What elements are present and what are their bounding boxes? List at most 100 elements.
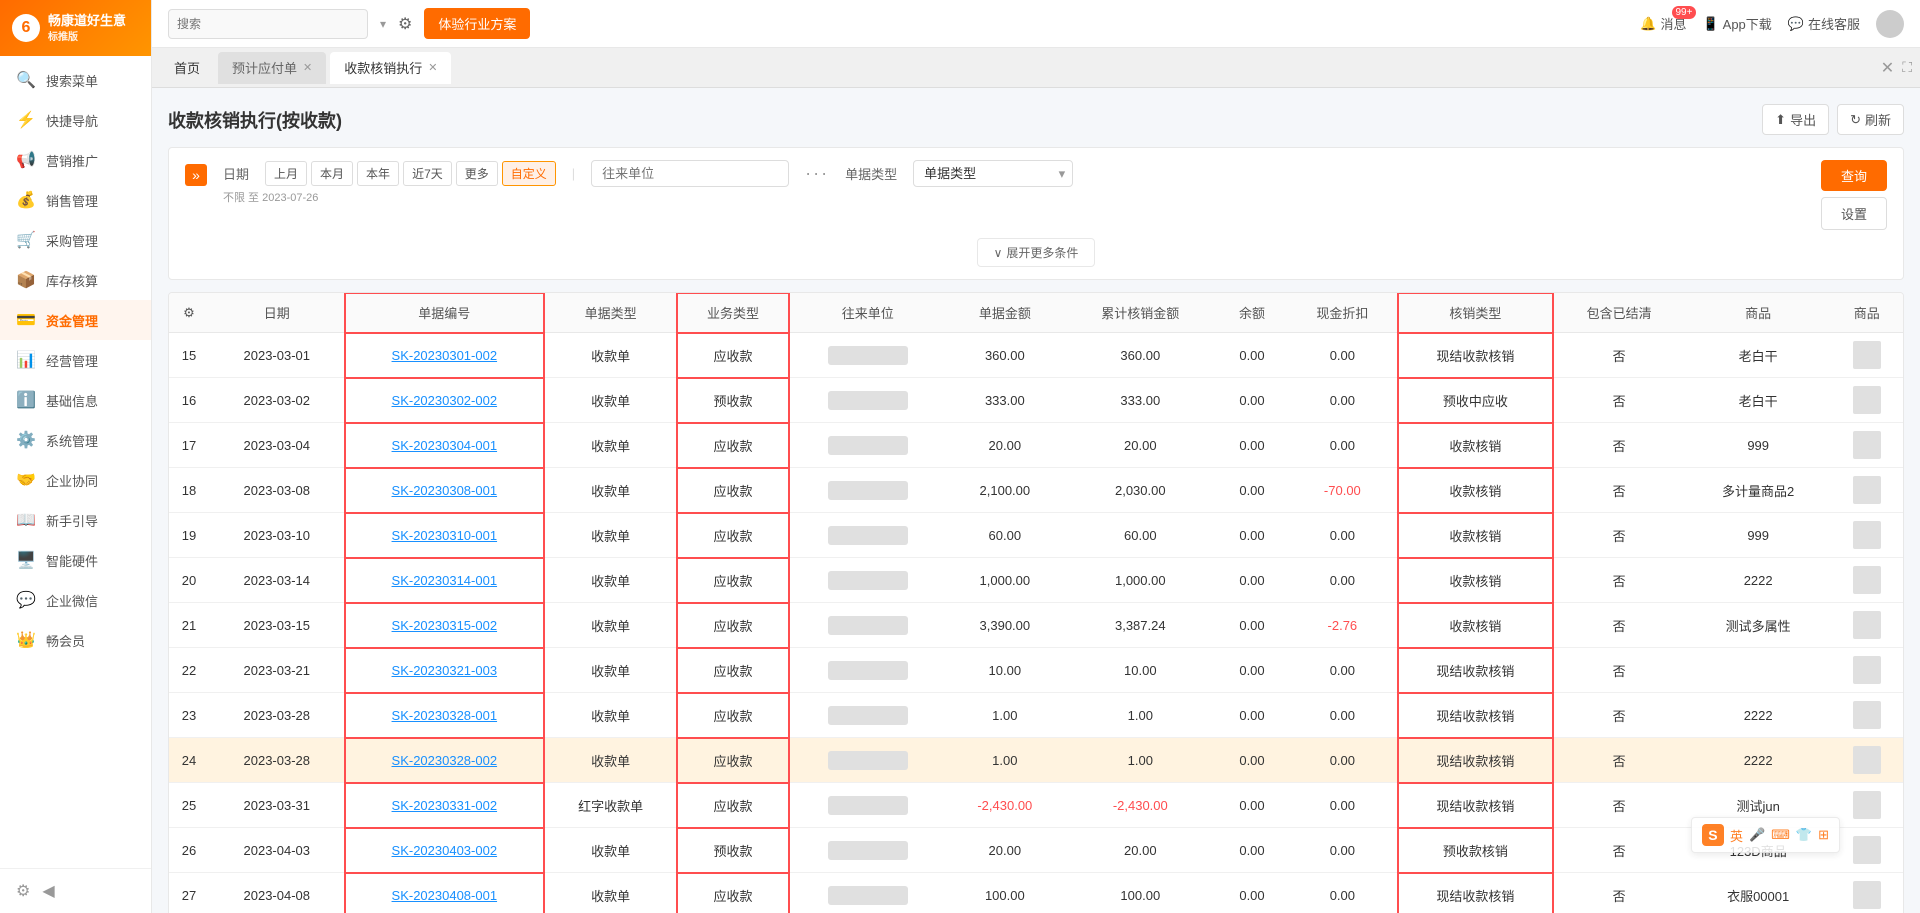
tab-home[interactable]: 首页	[160, 52, 214, 84]
th-product2: 商品	[1831, 293, 1903, 333]
sidebar-label-hardware: 智能硬件	[46, 551, 98, 570]
solution-button[interactable]: 体验行业方案	[424, 8, 530, 39]
quick-icon: ⚡	[16, 110, 36, 130]
tabbar-close-all[interactable]: ✕	[1881, 58, 1894, 78]
sidebar-item-marketing[interactable]: 📢营销推广	[0, 140, 151, 180]
table-body: 15 2023-03-01 SK-20230301-002 收款单 应收款 36…	[169, 333, 1903, 913]
sidebar-item-member[interactable]: 👑畅会员	[0, 620, 151, 660]
doc-no-link[interactable]: SK-20230315-002	[392, 618, 498, 633]
tab-collection-close[interactable]: ✕	[428, 61, 437, 74]
date-last-month[interactable]: 上月	[265, 161, 307, 186]
support-button[interactable]: 💬 在线客服	[1788, 14, 1860, 33]
query-button[interactable]: 查询	[1821, 160, 1887, 191]
tab-collection[interactable]: 收款核销执行 ✕	[330, 52, 451, 84]
sidebar-label-system: 系统管理	[46, 431, 98, 450]
date-last-7days[interactable]: 近7天	[403, 161, 452, 186]
doc-no-link[interactable]: SK-20230301-002	[392, 348, 498, 363]
sidebar-item-guide[interactable]: 📖新手引导	[0, 500, 151, 540]
table-header: ⚙ 日期 单据编号 单据类型 业务类型 往来单位 单据金额 累计核销金额 余额 …	[169, 293, 1903, 333]
date-this-year[interactable]: 本年	[357, 161, 399, 186]
th-amount: 单据金额	[947, 293, 1064, 333]
sidebar-item-quick[interactable]: ⚡快捷导航	[0, 100, 151, 140]
system-icon: ⚙️	[16, 430, 36, 450]
sidebar-bottom: ⚙ ◀	[0, 868, 151, 913]
table-row: 20 2023-03-14 SK-20230314-001 收款单 应收款 1,…	[169, 558, 1903, 603]
sidebar-item-basic[interactable]: ℹ️ 基础信息	[0, 380, 151, 420]
messages-button[interactable]: 🔔 消息 99+	[1640, 14, 1686, 33]
table-settings-icon[interactable]: ⚙	[183, 305, 195, 320]
doc-no-link[interactable]: SK-20230302-002	[392, 393, 498, 408]
table-row: 17 2023-03-04 SK-20230304-001 收款单 应收款 20…	[169, 423, 1903, 468]
th-verify-type: 核销类型	[1398, 293, 1552, 333]
settings-icon[interactable]: ⚙	[16, 881, 30, 901]
doc-no-link[interactable]: SK-20230328-001	[392, 708, 498, 723]
th-balance: 余额	[1218, 293, 1287, 333]
doc-no-link[interactable]: SK-20230403-002	[392, 843, 498, 858]
sidebar-item-corp[interactable]: 🤝 企业协同	[0, 460, 151, 500]
doc-no-link[interactable]: SK-20230308-001	[392, 483, 498, 498]
sidebar-label-purchase: 采购管理	[46, 231, 98, 250]
export-icon: ⬆	[1775, 112, 1786, 128]
date-more[interactable]: 更多	[456, 161, 498, 186]
filter-expand-row: ∨ 展开更多条件	[185, 238, 1887, 267]
filter-settings-button[interactable]: 设置	[1821, 197, 1887, 230]
filter-expand-arrow[interactable]: »	[185, 164, 207, 186]
sidebar-item-operations[interactable]: 📊经营管理	[0, 340, 151, 380]
table-row: 27 2023-04-08 SK-20230408-001 收款单 应收款 10…	[169, 873, 1903, 913]
topbar-dropdown-arrow[interactable]: ▾	[380, 17, 386, 31]
tab-prepay-close[interactable]: ✕	[303, 61, 312, 74]
voucher-type-label: 单据类型	[845, 164, 897, 183]
doc-no-link[interactable]: SK-20230304-001	[392, 438, 498, 453]
corp-icon: 🤝	[16, 470, 36, 490]
sidebar-item-wechat[interactable]: 💬企业微信	[0, 580, 151, 620]
topbar-gear-icon[interactable]: ⚙	[398, 14, 412, 34]
sidebar-item-inventory[interactable]: 📦库存核算	[0, 260, 151, 300]
date-this-month[interactable]: 本月	[311, 161, 353, 186]
sidebar-menu: 🔍搜索菜单⚡快捷导航📢营销推广💰销售管理🛒采购管理📦库存核算💳资金管理📊经营管理…	[0, 56, 151, 868]
operations-icon: 📊	[16, 350, 36, 370]
date-custom[interactable]: 自定义	[502, 161, 556, 186]
basic-icon: ℹ️	[16, 390, 36, 410]
filter-more-options[interactable]: ···	[805, 163, 829, 184]
voucher-type-select[interactable]: 单据类型	[913, 160, 1073, 187]
sidebar-label-inventory: 库存核算	[46, 271, 98, 290]
app-download-button[interactable]: 📱 App下载	[1702, 14, 1771, 33]
sidebar-label-basic: 基础信息	[46, 391, 98, 410]
expand-more-btn[interactable]: ∨ 展开更多条件	[977, 238, 1096, 267]
doc-no-link[interactable]: SK-20230331-002	[392, 798, 498, 813]
page-content: 收款核销执行(按收款) ⬆ 导出 ↻ 刷新 »	[152, 88, 1920, 913]
tab-prepay[interactable]: 预计应付单 ✕	[218, 52, 326, 84]
table-row: 26 2023-04-03 SK-20230403-002 收款单 预收款 20…	[169, 828, 1903, 873]
date-range-display: 不限 至 2023-07-26	[223, 189, 1805, 205]
refresh-button[interactable]: ↻ 刷新	[1837, 104, 1904, 135]
user-avatar[interactable]	[1876, 10, 1904, 38]
th-settings[interactable]: ⚙	[169, 293, 209, 333]
tabbar-expand[interactable]: ⛶	[1902, 59, 1912, 76]
doc-no-link[interactable]: SK-20230321-003	[392, 663, 498, 678]
table-row: 18 2023-03-08 SK-20230308-001 收款单 应收款 2,…	[169, 468, 1903, 513]
topbar-search-input[interactable]	[168, 9, 368, 39]
sidebar-item-sales[interactable]: 💰销售管理	[0, 180, 151, 220]
sidebar-item-finance[interactable]: 💳资金管理	[0, 300, 151, 340]
sidebar-item-purchase[interactable]: 🛒采购管理	[0, 220, 151, 260]
topbar: ▾ ⚙ 体验行业方案 🔔 消息 99+ 📱 App下载 💬 在线客服	[152, 0, 1920, 48]
sidebar-item-hardware[interactable]: 🖥️智能硬件	[0, 540, 151, 580]
sidebar-label-sales: 销售管理	[46, 191, 98, 210]
sidebar-item-system[interactable]: ⚙️ 系统管理	[0, 420, 151, 460]
collapse-icon[interactable]: ◀	[42, 881, 54, 901]
th-discount: 现金折扣	[1287, 293, 1399, 333]
sidebar-item-search[interactable]: 🔍搜索菜单	[0, 60, 151, 100]
table-row: 21 2023-03-15 SK-20230315-002 收款单 应收款 3,…	[169, 603, 1903, 648]
doc-no-link[interactable]: SK-20230408-001	[392, 888, 498, 903]
sidebar-label-corp: 企业协同	[46, 471, 98, 490]
doc-no-link[interactable]: SK-20230310-001	[392, 528, 498, 543]
th-include-settled: 包含已结清	[1553, 293, 1686, 333]
doc-no-link[interactable]: SK-20230328-002	[392, 753, 498, 768]
doc-no-link[interactable]: SK-20230314-001	[392, 573, 498, 588]
export-button[interactable]: ⬆ 导出	[1762, 104, 1829, 135]
partner-input[interactable]	[591, 160, 789, 187]
sidebar-label-marketing: 营销推广	[46, 151, 98, 170]
search-icon: 🔍	[16, 70, 36, 90]
data-table-wrap: ⚙ 日期 单据编号 单据类型 业务类型 往来单位 单据金额 累计核销金额 余额 …	[168, 292, 1904, 913]
filter-bar: » 日期 上月 本月 本年 近7天 更多 自定义 |	[168, 147, 1904, 280]
